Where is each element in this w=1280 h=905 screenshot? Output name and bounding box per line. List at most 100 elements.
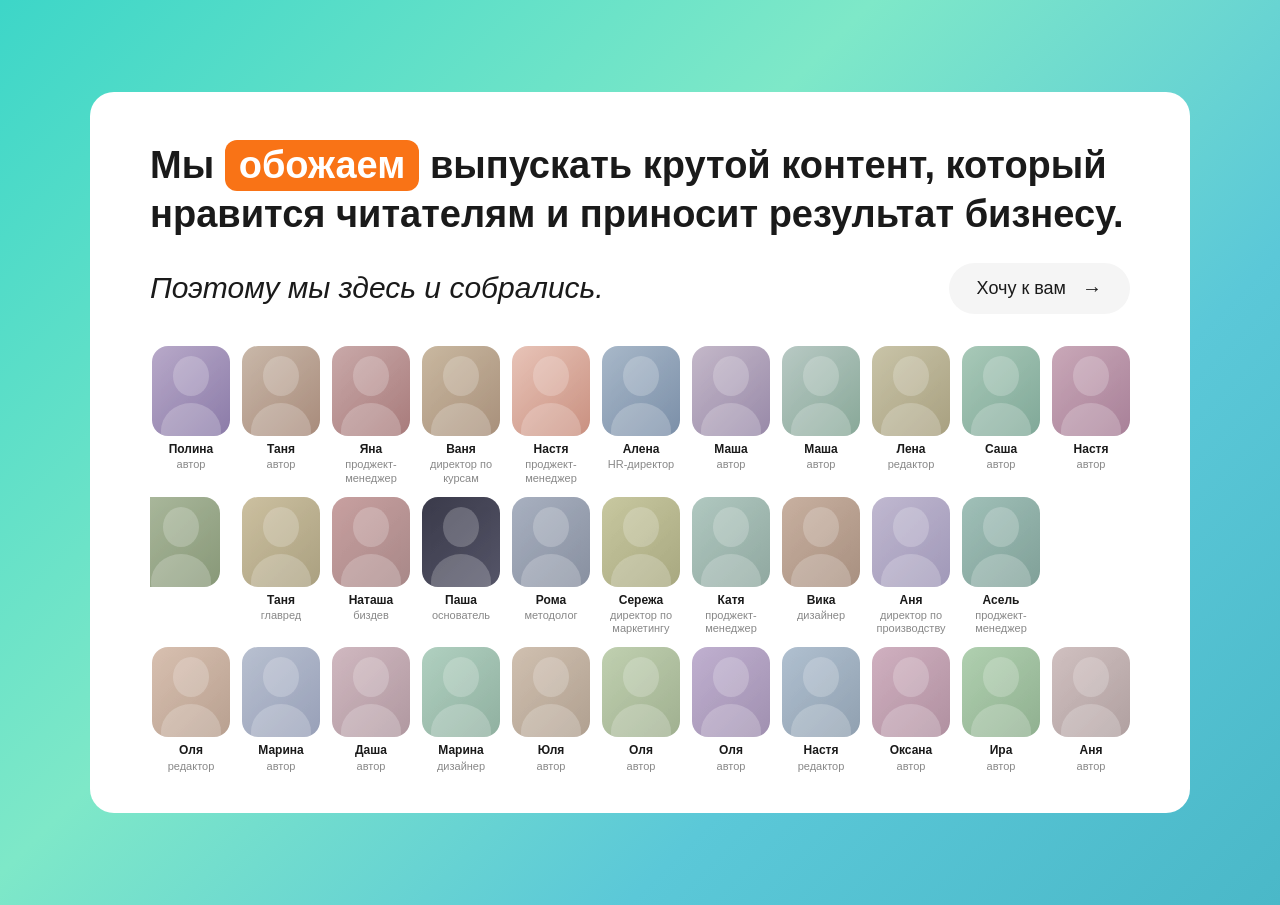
member-role: автор	[1077, 760, 1106, 773]
list-item: Вика дизайнер	[780, 497, 862, 623]
svg-point-45	[161, 704, 221, 737]
avatar	[150, 497, 220, 587]
list-item: Машаавтор	[690, 346, 772, 472]
avatar	[242, 647, 320, 737]
member-role: директор по маркетингу	[600, 609, 682, 635]
member-role: автор	[1077, 458, 1106, 471]
list-item: Ираавтор	[960, 647, 1042, 773]
svg-point-38	[803, 507, 839, 547]
avatar	[602, 647, 680, 737]
avatar	[692, 497, 770, 587]
member-role: проджект-менеджер	[960, 609, 1042, 635]
svg-point-53	[521, 704, 581, 737]
header-section: Мы обожаем выпускать крутой контент, кот…	[150, 140, 1130, 239]
member-name: Аня	[900, 593, 923, 607]
list-item: Машаавтор	[780, 346, 862, 472]
svg-point-17	[881, 403, 941, 436]
member-role: основатель	[432, 609, 490, 622]
team-grid: Полинаавтор Таняавтор Янапроджект-менедж…	[150, 346, 1130, 773]
avatar	[602, 346, 680, 436]
list-item: Паша основатель	[420, 497, 502, 623]
member-name: Сережа	[619, 593, 664, 607]
list-item: Ромаметодолог	[510, 497, 592, 623]
list-item: Яна проджект-менеджер	[330, 346, 412, 485]
svg-point-2	[263, 356, 299, 396]
list-item: Маринаавтор	[240, 647, 322, 773]
svg-point-10	[623, 356, 659, 396]
member-name: Таня	[267, 593, 295, 607]
svg-point-50	[443, 657, 479, 697]
list-item: Юляавтор	[510, 647, 592, 773]
member-name: Настя	[804, 743, 839, 757]
avatar	[602, 497, 680, 587]
svg-point-31	[431, 554, 491, 587]
svg-point-57	[701, 704, 761, 737]
avatar	[152, 346, 230, 436]
member-role: редактор	[888, 458, 935, 471]
svg-point-0	[173, 356, 209, 396]
member-role: автор	[267, 458, 296, 471]
svg-point-64	[1073, 657, 1109, 697]
member-role: автор	[267, 760, 296, 773]
avatar	[332, 647, 410, 737]
avatar	[1052, 346, 1130, 436]
member-name: Таня	[267, 442, 295, 456]
svg-point-63	[971, 704, 1031, 737]
member-role: директор по производству	[870, 609, 952, 635]
member-name: Асель	[983, 593, 1020, 607]
member-name: Катя	[717, 593, 744, 607]
avatar	[512, 497, 590, 587]
list-item: Ленаредактор	[870, 346, 952, 472]
svg-point-52	[533, 657, 569, 697]
member-name: Яна	[360, 442, 383, 456]
svg-point-3	[251, 403, 311, 436]
svg-point-40	[893, 507, 929, 547]
svg-point-16	[893, 356, 929, 396]
member-name: Паша	[445, 593, 477, 607]
list-item: Таняглавред	[240, 497, 322, 623]
svg-point-49	[341, 704, 401, 737]
member-name: Ира	[990, 743, 1013, 757]
svg-point-47	[251, 704, 311, 737]
list-item: Полинаавтор	[150, 346, 232, 472]
svg-point-15	[791, 403, 851, 436]
list-item: Оляавтор	[690, 647, 772, 773]
member-role: методолог	[524, 609, 577, 622]
member-role: редактор	[168, 760, 215, 773]
svg-point-24	[163, 507, 199, 547]
svg-point-28	[353, 507, 389, 547]
cta-button[interactable]: Хочу к вам →	[949, 263, 1130, 314]
member-name: Вика	[807, 593, 836, 607]
avatar	[422, 497, 500, 587]
member-name: Полина	[169, 442, 214, 456]
cta-arrow-icon: →	[1082, 277, 1102, 300]
svg-point-25	[151, 554, 211, 587]
svg-point-18	[983, 356, 1019, 396]
avatar	[782, 497, 860, 587]
svg-point-35	[611, 554, 671, 587]
member-role: проджект-менеджер	[330, 458, 412, 484]
list-item: Оляредактор	[150, 647, 232, 773]
list-item	[150, 497, 232, 595]
svg-point-61	[881, 704, 941, 737]
svg-point-39	[791, 554, 851, 587]
svg-point-43	[971, 554, 1031, 587]
svg-point-51	[431, 704, 491, 737]
headline-highlight: обожаем	[225, 140, 420, 192]
member-role: дизайнер	[797, 609, 845, 622]
svg-point-11	[611, 403, 671, 436]
svg-point-21	[1061, 403, 1121, 436]
list-item: Катяпроджект-менеджер	[690, 497, 772, 636]
svg-point-9	[521, 403, 581, 436]
svg-point-54	[623, 657, 659, 697]
svg-point-7	[431, 403, 491, 436]
member-name: Даша	[355, 743, 387, 757]
avatar	[422, 346, 500, 436]
member-role: автор	[897, 760, 926, 773]
svg-point-46	[263, 657, 299, 697]
svg-point-48	[353, 657, 389, 697]
list-item: Сашаавтор	[960, 346, 1042, 472]
svg-point-62	[983, 657, 1019, 697]
avatar	[782, 346, 860, 436]
member-role: автор	[537, 760, 566, 773]
